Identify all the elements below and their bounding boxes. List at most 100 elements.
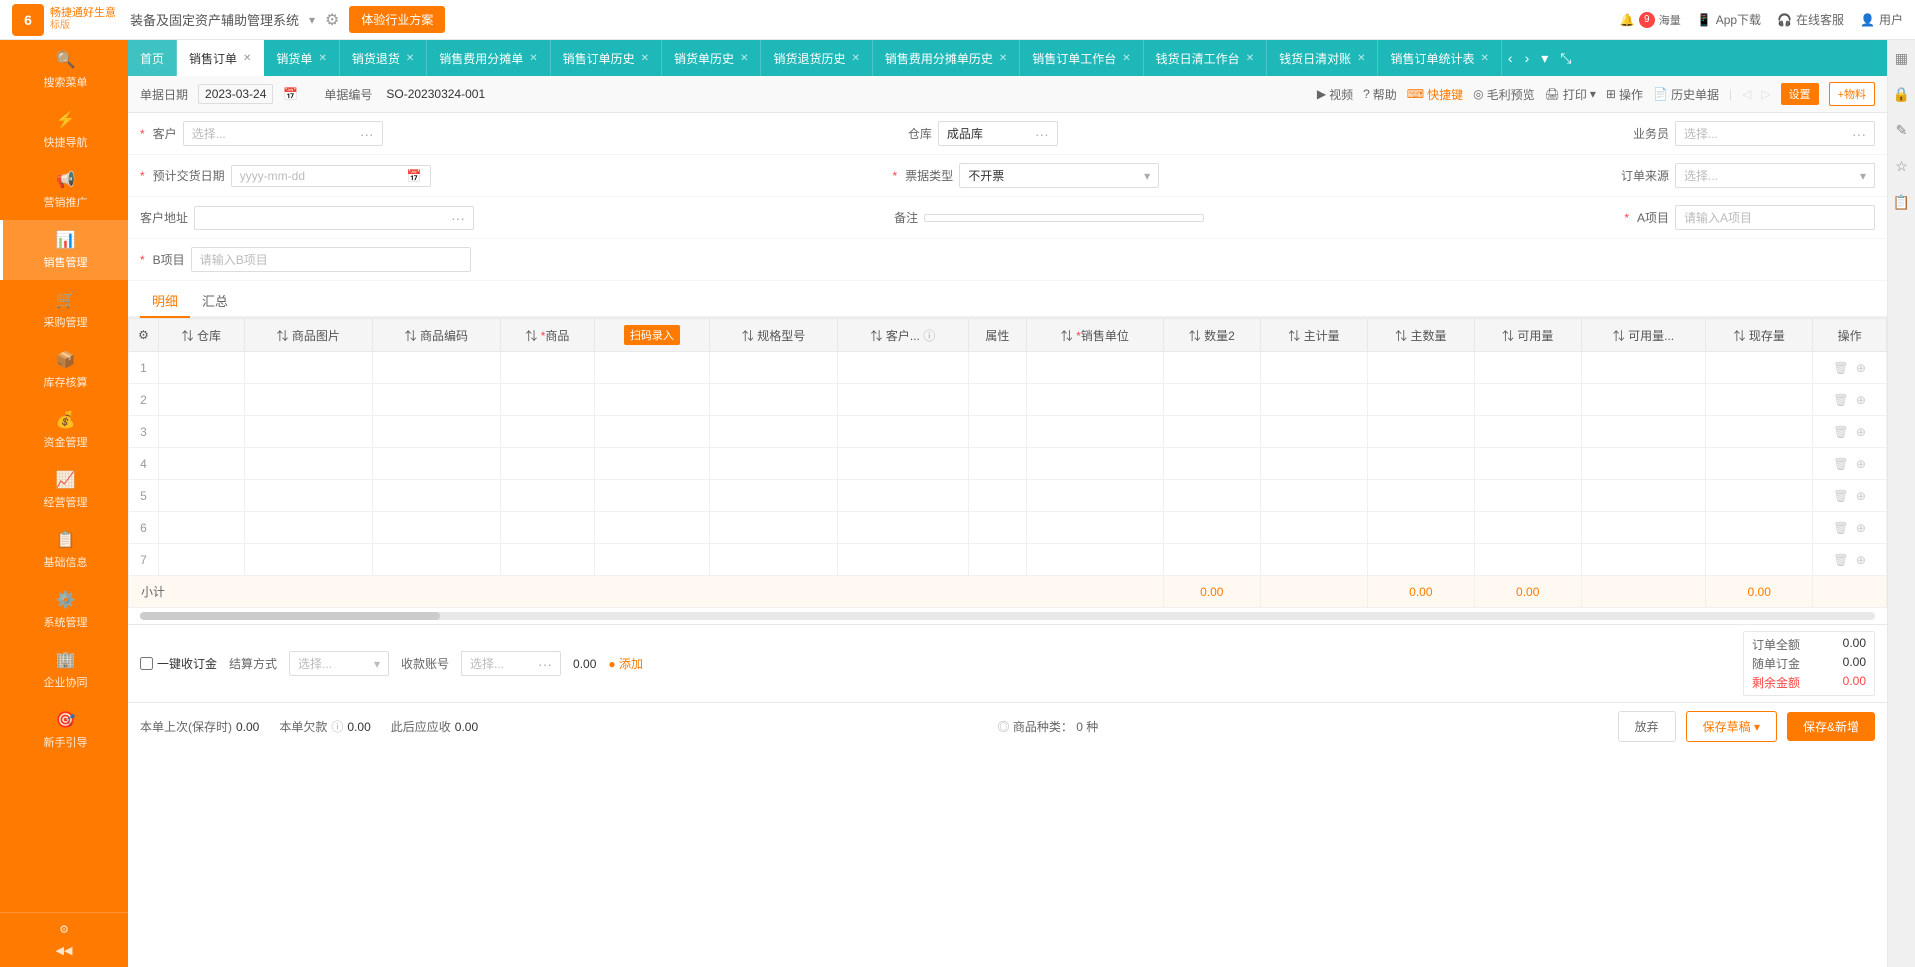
row-3-product-code[interactable] xyxy=(372,416,500,448)
row-3-sales-unit[interactable] xyxy=(1027,416,1163,448)
app-download[interactable]: 📱 App下载 xyxy=(1697,11,1761,28)
row-7-stock-qty[interactable] xyxy=(1706,544,1813,576)
row-6-product-image[interactable] xyxy=(244,512,372,544)
row-4-delete-icon[interactable]: 🗑 xyxy=(1833,457,1848,471)
row-5-available2[interactable] xyxy=(1581,480,1706,512)
row-7-product-code[interactable] xyxy=(372,544,500,576)
tab-sales-return-history[interactable]: 销货单历史 ✕ xyxy=(662,40,761,76)
detail-tab-detail[interactable]: 明细 xyxy=(140,285,190,318)
tab-sales-order-workbench-close[interactable]: ✕ xyxy=(1122,53,1130,64)
row-1-delete-icon[interactable]: 🗑 xyxy=(1833,361,1848,375)
row-5-available-qty[interactable] xyxy=(1474,480,1581,512)
row-3-available2[interactable] xyxy=(1581,416,1706,448)
tab-home[interactable]: 首页 xyxy=(128,40,177,76)
remark-input[interactable] xyxy=(924,214,1204,222)
row-6-stock-qty[interactable] xyxy=(1706,512,1813,544)
row-5-product-code[interactable] xyxy=(372,480,500,512)
row-1-attribute[interactable] xyxy=(968,352,1026,384)
row-6-spec[interactable] xyxy=(709,512,837,544)
sidebar-item-inventory[interactable]: 📦 库存核算 xyxy=(0,340,128,400)
sidebar-item-operations[interactable]: 📈 经营管理 xyxy=(0,460,128,520)
row-3-product[interactable] xyxy=(500,416,594,448)
save-draft-dropdown-icon[interactable]: ▾ xyxy=(1754,720,1760,734)
row-2-qty2[interactable] xyxy=(1163,384,1260,416)
row-6-customer-code[interactable] xyxy=(838,512,969,544)
row-5-customer-code[interactable] xyxy=(838,480,969,512)
sidebar-item-system[interactable]: ⚙️ 系统管理 xyxy=(0,580,128,640)
tab-sales-refund[interactable]: 销货退货 ✕ xyxy=(340,40,427,76)
sidebar-item-quick-nav[interactable]: ⚡ 快捷导航 xyxy=(0,100,128,160)
row-2-customer-code[interactable] xyxy=(838,384,969,416)
row-2-main-unit[interactable] xyxy=(1260,384,1367,416)
one-click-checkout-label[interactable]: 一键收订金 xyxy=(140,655,217,672)
row-1-stock-qty[interactable] xyxy=(1706,352,1813,384)
row-6-warehouse[interactable] xyxy=(159,512,245,544)
row-6-copy-icon[interactable]: ⊕ xyxy=(1856,521,1866,535)
row-1-warehouse[interactable] xyxy=(159,352,245,384)
sidebar-collapse[interactable]: ◀◀ xyxy=(56,944,73,957)
row-3-product-image[interactable] xyxy=(244,416,372,448)
row-4-product-image[interactable] xyxy=(244,448,372,480)
row-2-product-image[interactable] xyxy=(244,384,372,416)
tab-cash-daily-workbench-close[interactable]: ✕ xyxy=(1246,53,1254,64)
row-2-delete-icon[interactable]: 🗑 xyxy=(1833,393,1848,407)
tab-sales-fee-split[interactable]: 销售费用分摊单 ✕ xyxy=(427,40,550,76)
tab-sales-stats-close[interactable]: ✕ xyxy=(1481,53,1489,64)
row-2-available-qty[interactable] xyxy=(1474,384,1581,416)
row-3-main-qty[interactable] xyxy=(1367,416,1474,448)
tab-sales-order-history-close[interactable]: ✕ xyxy=(641,53,649,64)
row-1-main-qty[interactable] xyxy=(1367,352,1474,384)
row-6-main-unit[interactable] xyxy=(1260,512,1367,544)
sidebar-item-guide[interactable]: 🎯 新手引导 xyxy=(0,700,128,760)
row-1-main-unit[interactable] xyxy=(1260,352,1367,384)
tab-sales-refund-close[interactable]: ✕ xyxy=(406,53,414,64)
sidebar-item-search[interactable]: 🔍 搜索菜单 xyxy=(0,40,128,100)
settings-icon[interactable]: ⚙ xyxy=(325,10,339,30)
row-6-product-code[interactable] xyxy=(372,512,500,544)
history-btn[interactable]: 📄 历史单据 xyxy=(1653,86,1719,103)
view-video-btn[interactable]: ▶ 视频 xyxy=(1317,86,1353,103)
row-5-sales-unit[interactable] xyxy=(1027,480,1163,512)
account-more-icon[interactable]: ··· xyxy=(538,656,552,672)
row-1-available2[interactable] xyxy=(1581,352,1706,384)
tab-sales-order-workbench[interactable]: 销售订单工作台 ✕ xyxy=(1020,40,1143,76)
tab-cash-daily-workbench[interactable]: 钱货日清工作台 ✕ xyxy=(1144,40,1267,76)
row-2-stock-qty[interactable] xyxy=(1706,384,1813,416)
save-new-button[interactable]: 保存&新增 xyxy=(1787,712,1875,741)
row-6-product[interactable] xyxy=(500,512,594,544)
row-5-qty2[interactable] xyxy=(1163,480,1260,512)
date-value[interactable]: 2023-03-24 xyxy=(198,84,273,104)
customer-input[interactable]: 选择... ··· xyxy=(183,121,383,146)
warehouse-more-icon[interactable]: ··· xyxy=(1035,126,1049,142)
delivery-date-input[interactable]: yyyy-mm-dd 📅 xyxy=(231,165,431,187)
row-5-stock-qty[interactable] xyxy=(1706,480,1813,512)
customer-address-input[interactable]: ··· xyxy=(194,206,474,230)
sidebar-settings[interactable]: ⚙ xyxy=(59,923,69,936)
row-5-warehouse[interactable] xyxy=(159,480,245,512)
detail-tab-summary[interactable]: 汇总 xyxy=(190,285,240,318)
dropdown-arrow-icon[interactable]: ▾ xyxy=(309,13,315,27)
tab-sales-stats[interactable]: 销售订单统计表 ✕ xyxy=(1378,40,1501,76)
row-5-product[interactable] xyxy=(500,480,594,512)
row-7-customer-code[interactable] xyxy=(838,544,969,576)
tab-cash-reconcile[interactable]: 钱货日清对账 ✕ xyxy=(1267,40,1378,76)
row-4-product[interactable] xyxy=(500,448,594,480)
table-scrollbar[interactable] xyxy=(140,612,1875,620)
row-3-qty2[interactable] xyxy=(1163,416,1260,448)
tab-sales-refund-history-close[interactable]: ✕ xyxy=(851,53,859,64)
row-2-available2[interactable] xyxy=(1581,384,1706,416)
row-5-main-unit[interactable] xyxy=(1260,480,1367,512)
row-5-delete-icon[interactable]: 🗑 xyxy=(1833,489,1848,503)
row-3-customer-code[interactable] xyxy=(838,416,969,448)
row-4-stock-qty[interactable] xyxy=(1706,448,1813,480)
row-7-warehouse[interactable] xyxy=(159,544,245,576)
calendar-icon[interactable]: 📅 xyxy=(283,87,298,101)
row-7-attribute[interactable] xyxy=(968,544,1026,576)
sidebar-item-sales[interactable]: 📊 销售管理 xyxy=(0,220,128,280)
row-2-product[interactable] xyxy=(500,384,594,416)
right-panel-icon-5[interactable]: 📋 xyxy=(1892,192,1912,212)
tab-sales-return-close[interactable]: ✕ xyxy=(318,53,326,64)
shortcut-btn[interactable]: ⌨ 快捷键 xyxy=(1407,86,1463,103)
row-4-sales-unit[interactable] xyxy=(1027,448,1163,480)
notification-item[interactable]: 🔔 9 海量 xyxy=(1620,12,1681,28)
